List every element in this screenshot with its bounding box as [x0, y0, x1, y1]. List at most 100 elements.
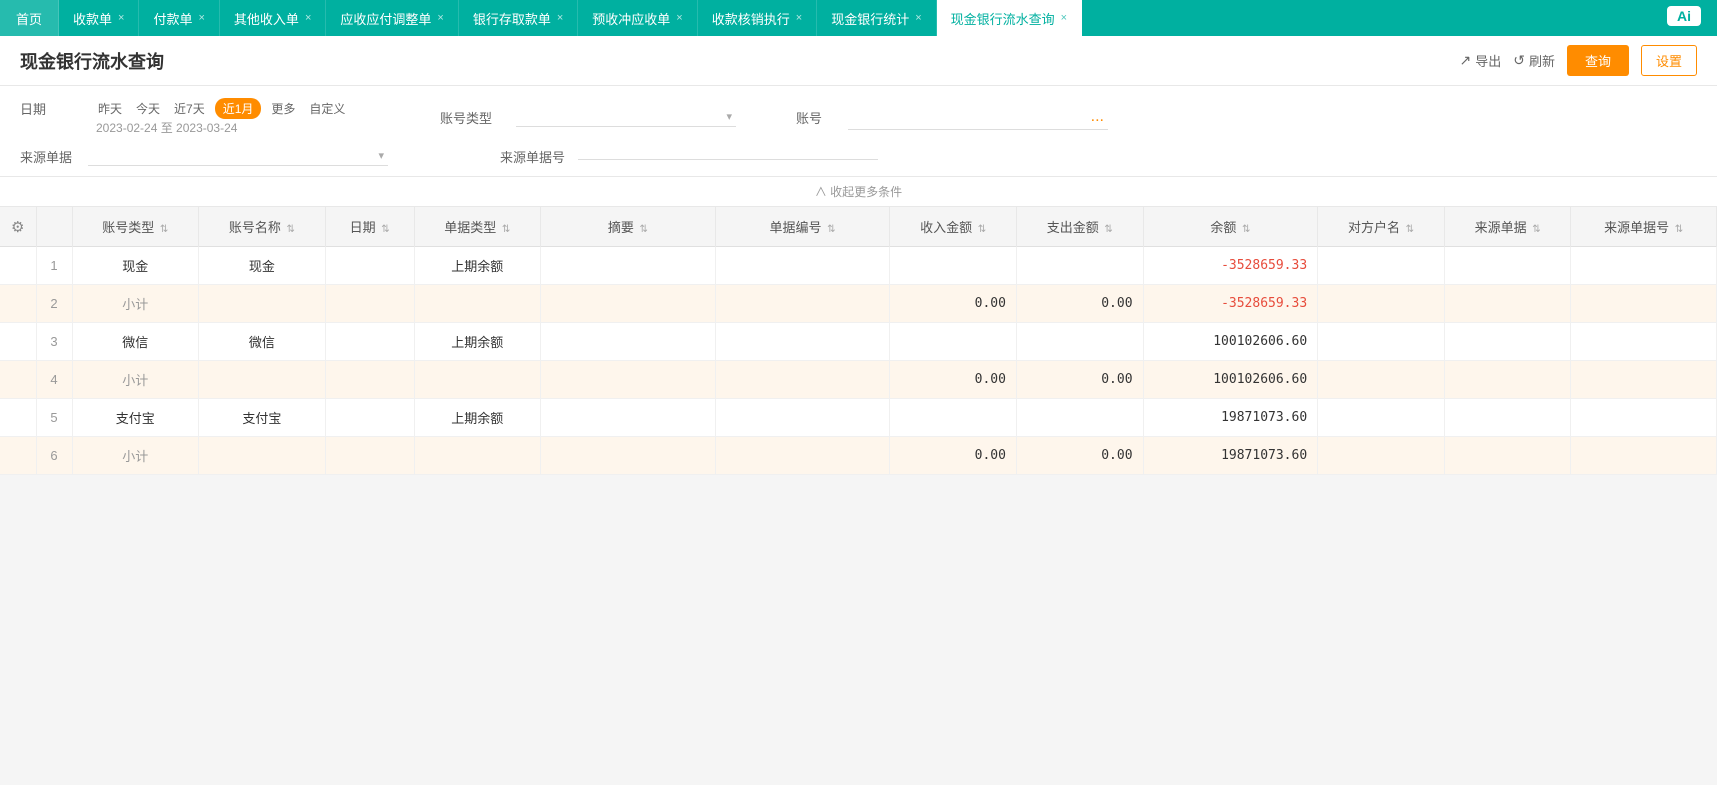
row-settings: [0, 361, 36, 399]
row-summary: [541, 437, 716, 475]
source-doc-no-input[interactable]: [578, 153, 878, 160]
row-doc-type: 上期余额: [414, 399, 541, 437]
th-counterparty[interactable]: 对方户名 ⇅: [1318, 207, 1445, 247]
nav-tab[interactable]: 银行存取款单×: [459, 0, 578, 36]
th-doc-type[interactable]: 单据类型 ⇅: [414, 207, 541, 247]
row-income: [890, 399, 1017, 437]
row-account-type: 小计: [72, 361, 199, 399]
row-expense: [1016, 247, 1143, 285]
nav-tab[interactable]: 应收应付调整单×: [326, 0, 458, 36]
close-tab-icon[interactable]: ×: [437, 12, 443, 24]
row-summary: [541, 361, 716, 399]
date-shortcut-btn[interactable]: 昨天: [94, 98, 126, 119]
row-settings: [0, 323, 36, 361]
th-summary[interactable]: 摘要 ⇅: [541, 207, 716, 247]
row-summary: [541, 323, 716, 361]
close-tab-icon[interactable]: ×: [676, 12, 682, 24]
row-balance: -3528659.33: [1143, 285, 1318, 323]
source-doc-select[interactable]: ▾: [88, 146, 388, 166]
row-settings: [0, 437, 36, 475]
row-source-doc: [1444, 247, 1571, 285]
refresh-button[interactable]: ↺ 刷新: [1513, 51, 1555, 70]
source-doc-chevron-icon: ▾: [378, 149, 384, 162]
close-tab-icon[interactable]: ×: [796, 12, 802, 24]
row-index: 2: [36, 285, 72, 323]
collapse-bar[interactable]: ∧ 收起更多条件: [0, 177, 1717, 207]
account-label: 账号: [796, 108, 832, 127]
row-date: [325, 247, 414, 285]
date-shortcut-btn[interactable]: 更多: [267, 98, 299, 119]
row-source-doc: [1444, 323, 1571, 361]
gear-icon[interactable]: ⚙: [11, 219, 24, 236]
settings-col-header[interactable]: ⚙: [0, 207, 36, 247]
account-input[interactable]: ...: [848, 105, 1108, 130]
close-tab-icon[interactable]: ×: [118, 12, 124, 24]
th-index: [36, 207, 72, 247]
row-date: [325, 323, 414, 361]
close-tab-icon[interactable]: ×: [305, 12, 311, 24]
th-doc-no[interactable]: 单据编号 ⇅: [715, 207, 890, 247]
date-shortcut-btn[interactable]: 自定义: [305, 98, 349, 119]
row-counterparty: [1318, 437, 1445, 475]
row-balance: 19871073.60: [1143, 437, 1318, 475]
row-source-doc-no: [1571, 285, 1717, 323]
account-type-select[interactable]: ▾: [516, 107, 736, 127]
table-row: 4 小计 0.00 0.00 100102606.60: [0, 361, 1717, 399]
date-shortcut-btn[interactable]: 近7天: [170, 98, 209, 119]
date-shortcut-btn[interactable]: 今天: [132, 98, 164, 119]
row-counterparty: [1318, 285, 1445, 323]
close-tab-icon[interactable]: ×: [557, 12, 563, 24]
row-doc-type: [414, 285, 541, 323]
th-account-type[interactable]: 账号类型 ⇅: [72, 207, 199, 247]
date-shortcut-btn[interactable]: 近1月: [215, 98, 262, 119]
row-account-type: 支付宝: [72, 399, 199, 437]
row-index: 5: [36, 399, 72, 437]
filter-area: 日期 昨天今天近7天近1月更多自定义 2023-02-24 至 2023-03-…: [0, 86, 1717, 177]
close-tab-icon[interactable]: ×: [1061, 12, 1067, 24]
row-account-name: 微信: [199, 323, 326, 361]
nav-tab[interactable]: 其他收入单×: [220, 0, 326, 36]
th-income[interactable]: 收入金额 ⇅: [890, 207, 1017, 247]
row-expense: [1016, 399, 1143, 437]
row-doc-type: [414, 437, 541, 475]
row-doc-no: [715, 247, 890, 285]
th-balance[interactable]: 余额 ⇅: [1143, 207, 1318, 247]
row-source-doc-no: [1571, 247, 1717, 285]
query-button[interactable]: 查询: [1567, 45, 1629, 76]
row-source-doc: [1444, 361, 1571, 399]
table-row: 3 微信 微信 上期余额 100102606.60: [0, 323, 1717, 361]
close-tab-icon[interactable]: ×: [915, 12, 921, 24]
row-date: [325, 399, 414, 437]
nav-tab[interactable]: 现金银行统计×: [817, 0, 936, 36]
row-counterparty: [1318, 399, 1445, 437]
nav-tab[interactable]: 预收冲应收单×: [578, 0, 697, 36]
nav-tab[interactable]: 收款核销执行×: [698, 0, 817, 36]
row-source-doc-no: [1571, 361, 1717, 399]
row-income: 0.00: [890, 361, 1017, 399]
th-source-doc[interactable]: 来源单据 ⇅: [1444, 207, 1571, 247]
settings-button[interactable]: 设置: [1641, 45, 1697, 76]
account-more-button[interactable]: ...: [1091, 108, 1104, 126]
row-doc-no: [715, 285, 890, 323]
nav-tab[interactable]: 收款单×: [59, 0, 139, 36]
row-source-doc-no: [1571, 399, 1717, 437]
close-tab-icon[interactable]: ×: [198, 12, 204, 24]
row-summary: [541, 247, 716, 285]
row-source-doc: [1444, 399, 1571, 437]
nav-tab[interactable]: 付款单×: [139, 0, 219, 36]
th-source-doc-no[interactable]: 来源单据号 ⇅: [1571, 207, 1717, 247]
header-actions: ↗ 导出 ↺ 刷新 查询 设置: [1459, 45, 1697, 76]
th-date[interactable]: 日期 ⇅: [325, 207, 414, 247]
source-doc-no-label: 来源单据号: [500, 147, 570, 166]
row-settings: [0, 399, 36, 437]
row-date: [325, 437, 414, 475]
row-expense: [1016, 323, 1143, 361]
nav-tab[interactable]: 现金银行流水查询×: [937, 0, 1082, 36]
row-doc-no: [715, 361, 890, 399]
row-doc-no: [715, 323, 890, 361]
row-settings: [0, 285, 36, 323]
nav-home[interactable]: 首页: [0, 0, 59, 36]
export-button[interactable]: ↗ 导出: [1459, 51, 1501, 70]
th-account-name[interactable]: 账号名称 ⇅: [199, 207, 326, 247]
th-expense[interactable]: 支出金额 ⇅: [1016, 207, 1143, 247]
